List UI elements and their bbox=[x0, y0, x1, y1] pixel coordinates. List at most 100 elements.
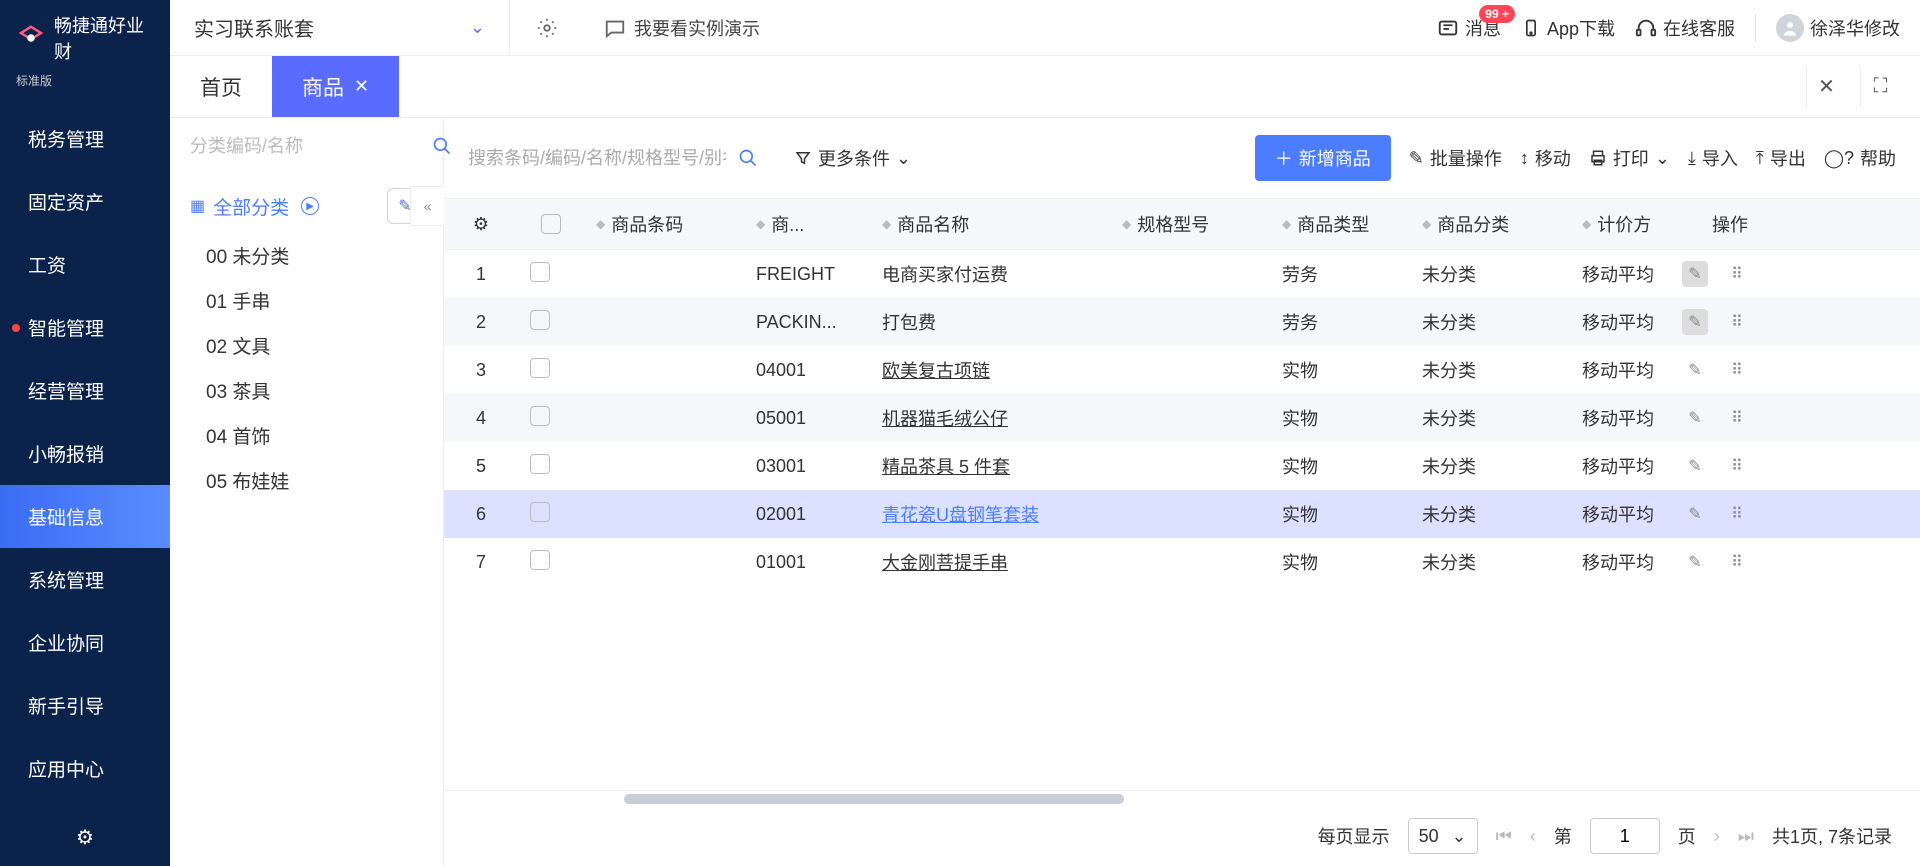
sidebar-item[interactable]: 基础信息 bbox=[0, 485, 170, 548]
sidebar-item[interactable]: 固定资产 bbox=[0, 170, 170, 233]
category-item[interactable]: 04 首饰 bbox=[206, 422, 443, 449]
help-action[interactable]: ◯?帮助 bbox=[1824, 145, 1896, 171]
col-cat[interactable]: ◆商品分类 bbox=[1410, 211, 1570, 237]
table-row[interactable]: 304001欧美复古项链实物未分类移动平均✎⠿ bbox=[444, 346, 1920, 394]
category-item[interactable]: 02 文具 bbox=[206, 332, 443, 359]
first-page-icon[interactable]: ⏮ bbox=[1496, 826, 1512, 847]
row-checkbox[interactable] bbox=[530, 502, 550, 522]
tab-products[interactable]: 商品 ✕ bbox=[272, 56, 399, 117]
row-checkbox[interactable] bbox=[530, 454, 550, 474]
fullscreen-icon[interactable]: ⛶ bbox=[1860, 67, 1900, 107]
search-icon[interactable] bbox=[432, 136, 452, 156]
product-search-input[interactable] bbox=[468, 148, 726, 169]
tab-home[interactable]: 首页 bbox=[170, 56, 272, 117]
category-search-input[interactable] bbox=[190, 136, 422, 157]
page-size-select[interactable]: 50 ⌄ bbox=[1408, 818, 1478, 854]
col-barcode[interactable]: ◆商品条码 bbox=[584, 211, 744, 237]
more-row-icon[interactable]: ⠿ bbox=[1724, 453, 1750, 479]
row-checkbox[interactable] bbox=[530, 550, 550, 570]
product-name-link[interactable]: 精品茶具 5 件套 bbox=[882, 457, 1010, 477]
prev-page-icon[interactable]: ‹ bbox=[1530, 826, 1536, 847]
sidebar-item[interactable]: 新手引导 bbox=[0, 674, 170, 737]
edit-row-icon[interactable]: ✎ bbox=[1682, 357, 1708, 383]
more-row-icon[interactable]: ⠿ bbox=[1724, 405, 1750, 431]
table-row[interactable]: 405001机器猫毛绒公仔实物未分类移动平均✎⠿ bbox=[444, 394, 1920, 442]
sidebar-item[interactable]: 工资 bbox=[0, 233, 170, 296]
more-row-icon[interactable]: ⠿ bbox=[1724, 357, 1750, 383]
messages-action[interactable]: 消息 99 + bbox=[1437, 15, 1501, 41]
product-name-link[interactable]: 大金刚菩提手串 bbox=[882, 553, 1008, 573]
table-row[interactable]: 2PACKIN...打包费劳务未分类移动平均✎⠿ bbox=[444, 298, 1920, 346]
import-icon: ⤓ bbox=[1688, 148, 1696, 169]
edit-row-icon[interactable]: ✎ bbox=[1682, 453, 1708, 479]
category-item[interactable]: 00 未分类 bbox=[206, 242, 443, 269]
new-product-button[interactable]: ＋ 新增商品 bbox=[1255, 135, 1391, 181]
sidebar-item[interactable]: 企业协同 bbox=[0, 611, 170, 674]
horizontal-scrollbar[interactable] bbox=[444, 790, 1920, 806]
last-page-icon[interactable]: ⏭ bbox=[1738, 826, 1754, 847]
edit-row-icon[interactable]: ✎ bbox=[1682, 309, 1708, 335]
search-icon[interactable] bbox=[738, 148, 758, 168]
chevron-down-icon: ⌄ bbox=[896, 148, 911, 169]
account-settings-icon[interactable] bbox=[530, 11, 564, 45]
sidebar-item[interactable]: 应用中心 bbox=[0, 737, 170, 800]
sidebar-item[interactable]: 系统管理 bbox=[0, 548, 170, 611]
row-checkbox[interactable] bbox=[530, 310, 550, 330]
table-row[interactable]: 602001青花瓷U盘钢笔套装实物未分类移动平均✎⠿ bbox=[444, 490, 1920, 538]
move-action[interactable]: ↕移动 bbox=[1520, 145, 1571, 171]
col-price[interactable]: ◆计价方 bbox=[1570, 211, 1670, 237]
more-row-icon[interactable]: ⠿ bbox=[1724, 501, 1750, 527]
select-all-checkbox[interactable] bbox=[541, 214, 561, 234]
sidebar-item[interactable]: 智能管理 bbox=[0, 296, 170, 359]
col-name[interactable]: ◆商品名称 bbox=[870, 211, 1110, 237]
sidebar-item[interactable]: 经营管理 bbox=[0, 359, 170, 422]
export-action[interactable]: ⤒导出 bbox=[1756, 145, 1806, 171]
col-type[interactable]: ◆商品类型 bbox=[1270, 211, 1410, 237]
messages-badge: 99 + bbox=[1479, 5, 1515, 23]
row-checkbox[interactable] bbox=[530, 358, 550, 378]
app-download-action[interactable]: App下载 bbox=[1521, 15, 1615, 41]
row-checkbox[interactable] bbox=[530, 406, 550, 426]
batch-action[interactable]: ✎批量操作 bbox=[1409, 145, 1502, 171]
more-row-icon[interactable]: ⠿ bbox=[1724, 549, 1750, 575]
service-action[interactable]: 在线客服 bbox=[1635, 15, 1735, 41]
close-all-tabs-icon[interactable]: ✕ bbox=[1806, 67, 1846, 107]
edition-label: 标准版 bbox=[0, 72, 170, 99]
product-name-link[interactable]: 机器猫毛绒公仔 bbox=[882, 409, 1008, 429]
close-icon[interactable]: ✕ bbox=[354, 76, 369, 97]
table-row[interactable]: 503001精品茶具 5 件套实物未分类移动平均✎⠿ bbox=[444, 442, 1920, 490]
help-icon: ◯? bbox=[1824, 148, 1854, 169]
page-number-input[interactable] bbox=[1590, 818, 1660, 854]
edit-row-icon[interactable]: ✎ bbox=[1682, 261, 1708, 287]
edit-row-icon[interactable]: ✎ bbox=[1682, 549, 1708, 575]
product-name-link[interactable]: 欧美复古项链 bbox=[882, 361, 990, 381]
play-icon[interactable]: ▶ bbox=[301, 197, 319, 215]
category-all[interactable]: ▦ 全部分类 ▶ ✎ bbox=[170, 174, 443, 238]
demo-link[interactable]: 我要看实例演示 bbox=[604, 15, 760, 41]
product-name-link[interactable]: 青花瓷U盘钢笔套装 bbox=[882, 505, 1039, 525]
column-settings-icon[interactable]: ⚙ bbox=[473, 214, 489, 235]
col-spec[interactable]: ◆规格型号 bbox=[1110, 211, 1270, 237]
next-page-icon[interactable]: › bbox=[1714, 826, 1720, 847]
edit-row-icon[interactable]: ✎ bbox=[1682, 501, 1708, 527]
sidebar-item[interactable]: 税务管理 bbox=[0, 107, 170, 170]
edit-row-icon[interactable]: ✎ bbox=[1682, 405, 1708, 431]
user-menu[interactable]: 徐泽华修改 bbox=[1776, 14, 1900, 42]
sidebar-item[interactable]: 小畅报销 bbox=[0, 422, 170, 485]
message-icon bbox=[1437, 17, 1459, 39]
print-action[interactable]: 打印⌄ bbox=[1589, 145, 1670, 171]
import-action[interactable]: ⤓导入 bbox=[1688, 145, 1738, 171]
table-row[interactable]: 1FREIGHT电商买家付运费劳务未分类移动平均✎⠿ bbox=[444, 250, 1920, 298]
more-row-icon[interactable]: ⠿ bbox=[1724, 309, 1750, 335]
more-conditions[interactable]: 更多条件 ⌄ bbox=[794, 145, 911, 171]
account-selector[interactable]: 实习联系账套 ⌄ bbox=[170, 0, 510, 55]
table-row[interactable]: 701001大金刚菩提手串实物未分类移动平均✎⠿ bbox=[444, 538, 1920, 586]
collapse-panel-icon[interactable]: « bbox=[410, 186, 444, 226]
row-checkbox[interactable] bbox=[530, 262, 550, 282]
category-item[interactable]: 03 茶具 bbox=[206, 377, 443, 404]
settings-gear-icon[interactable]: ⚙ bbox=[76, 827, 94, 849]
category-item[interactable]: 05 布娃娃 bbox=[206, 467, 443, 494]
more-row-icon[interactable]: ⠿ bbox=[1724, 261, 1750, 287]
col-code[interactable]: ◆商... bbox=[744, 211, 870, 237]
category-item[interactable]: 01 手串 bbox=[206, 287, 443, 314]
